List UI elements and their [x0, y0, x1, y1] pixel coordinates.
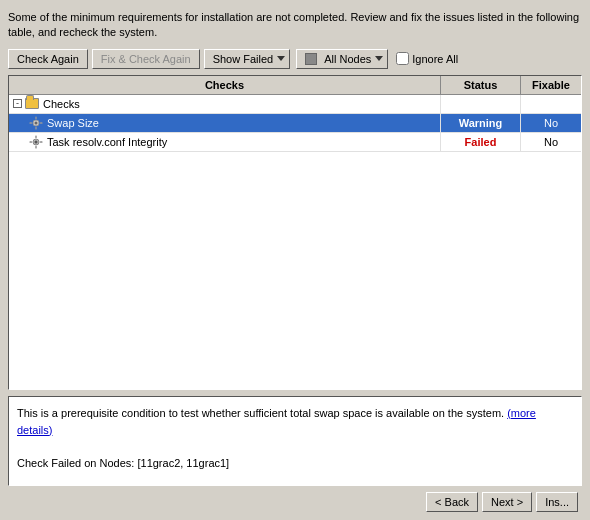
svg-rect-5 — [40, 122, 43, 123]
resolv-conf-status: Failed — [465, 136, 497, 148]
install-button[interactable]: Ins... — [536, 492, 578, 512]
task-gear-icon — [29, 135, 43, 149]
table-row[interactable]: - Checks — [9, 95, 581, 114]
group-fixable-cell — [521, 95, 581, 113]
svg-rect-4 — [30, 122, 33, 123]
swap-size-label: Swap Size — [47, 117, 99, 129]
checks-group-cell: - Checks — [9, 95, 441, 113]
svg-point-7 — [35, 140, 38, 143]
table-row[interactable]: Task resolv.conf Integrity Failed No — [9, 133, 581, 152]
swap-size-fixable-cell: No — [521, 114, 581, 132]
svg-rect-3 — [35, 127, 36, 130]
table-body: - Checks — [9, 95, 581, 389]
show-filter-label: Show Failed — [213, 53, 274, 65]
fix-check-again-button[interactable]: Fix & Check Again — [92, 49, 200, 69]
description-text: Some of the minimum requirements for ins… — [8, 8, 582, 43]
nodes-filter-label: All Nodes — [324, 53, 371, 65]
svg-rect-9 — [35, 146, 36, 149]
resolv-conf-fixable: No — [544, 136, 558, 148]
svg-rect-11 — [40, 141, 43, 142]
column-status: Status — [441, 76, 521, 94]
show-filter-arrow-icon — [277, 56, 285, 61]
bottom-bar: < Back Next > Ins... — [8, 492, 582, 512]
ignore-all-checkbox[interactable] — [396, 52, 409, 65]
svg-rect-2 — [35, 116, 36, 119]
swap-size-cell: Swap Size — [9, 114, 441, 132]
nodes-filter-dropdown[interactable]: All Nodes — [296, 49, 388, 69]
resolv-conf-fixable-cell: No — [521, 133, 581, 151]
swap-size-status: Warning — [459, 117, 503, 129]
back-button[interactable]: < Back — [426, 492, 478, 512]
expand-icon: - — [13, 99, 22, 108]
detail-text: This is a prerequisite condition to test… — [17, 407, 504, 419]
table-row[interactable]: Swap Size Warning No — [9, 114, 581, 133]
nodes-text: Check Failed on Nodes: [11grac2, 11grac1… — [17, 457, 229, 469]
main-container: Some of the minimum requirements for ins… — [0, 0, 590, 520]
next-button[interactable]: Next > — [482, 492, 532, 512]
checks-table: Checks Status Fixable - Checks — [8, 75, 582, 390]
check-again-button[interactable]: Check Again — [8, 49, 88, 69]
svg-rect-8 — [35, 135, 36, 138]
resolv-conf-cell: Task resolv.conf Integrity — [9, 133, 441, 151]
column-fixable: Fixable — [521, 76, 581, 94]
ignore-all-checkbox-label[interactable]: Ignore All — [396, 52, 458, 65]
toolbar: Check Again Fix & Check Again Show Faile… — [8, 49, 582, 69]
resolv-conf-status-cell: Failed — [441, 133, 521, 151]
column-checks: Checks — [9, 76, 441, 94]
gear-icon — [29, 116, 43, 130]
folder-icon — [25, 97, 39, 111]
show-filter-dropdown[interactable]: Show Failed — [204, 49, 291, 69]
swap-size-fixable: No — [544, 117, 558, 129]
group-label: Checks — [43, 98, 80, 110]
svg-rect-10 — [30, 141, 33, 142]
resolv-conf-label: Task resolv.conf Integrity — [47, 136, 167, 148]
ignore-all-label: Ignore All — [412, 53, 458, 65]
table-header: Checks Status Fixable — [9, 76, 581, 95]
swap-size-status-cell: Warning — [441, 114, 521, 132]
nodes-filter-arrow-icon — [375, 56, 383, 61]
detail-panel: This is a prerequisite condition to test… — [8, 396, 582, 486]
group-status-cell — [441, 95, 521, 113]
svg-point-1 — [35, 121, 38, 124]
filter-icon — [305, 53, 317, 65]
